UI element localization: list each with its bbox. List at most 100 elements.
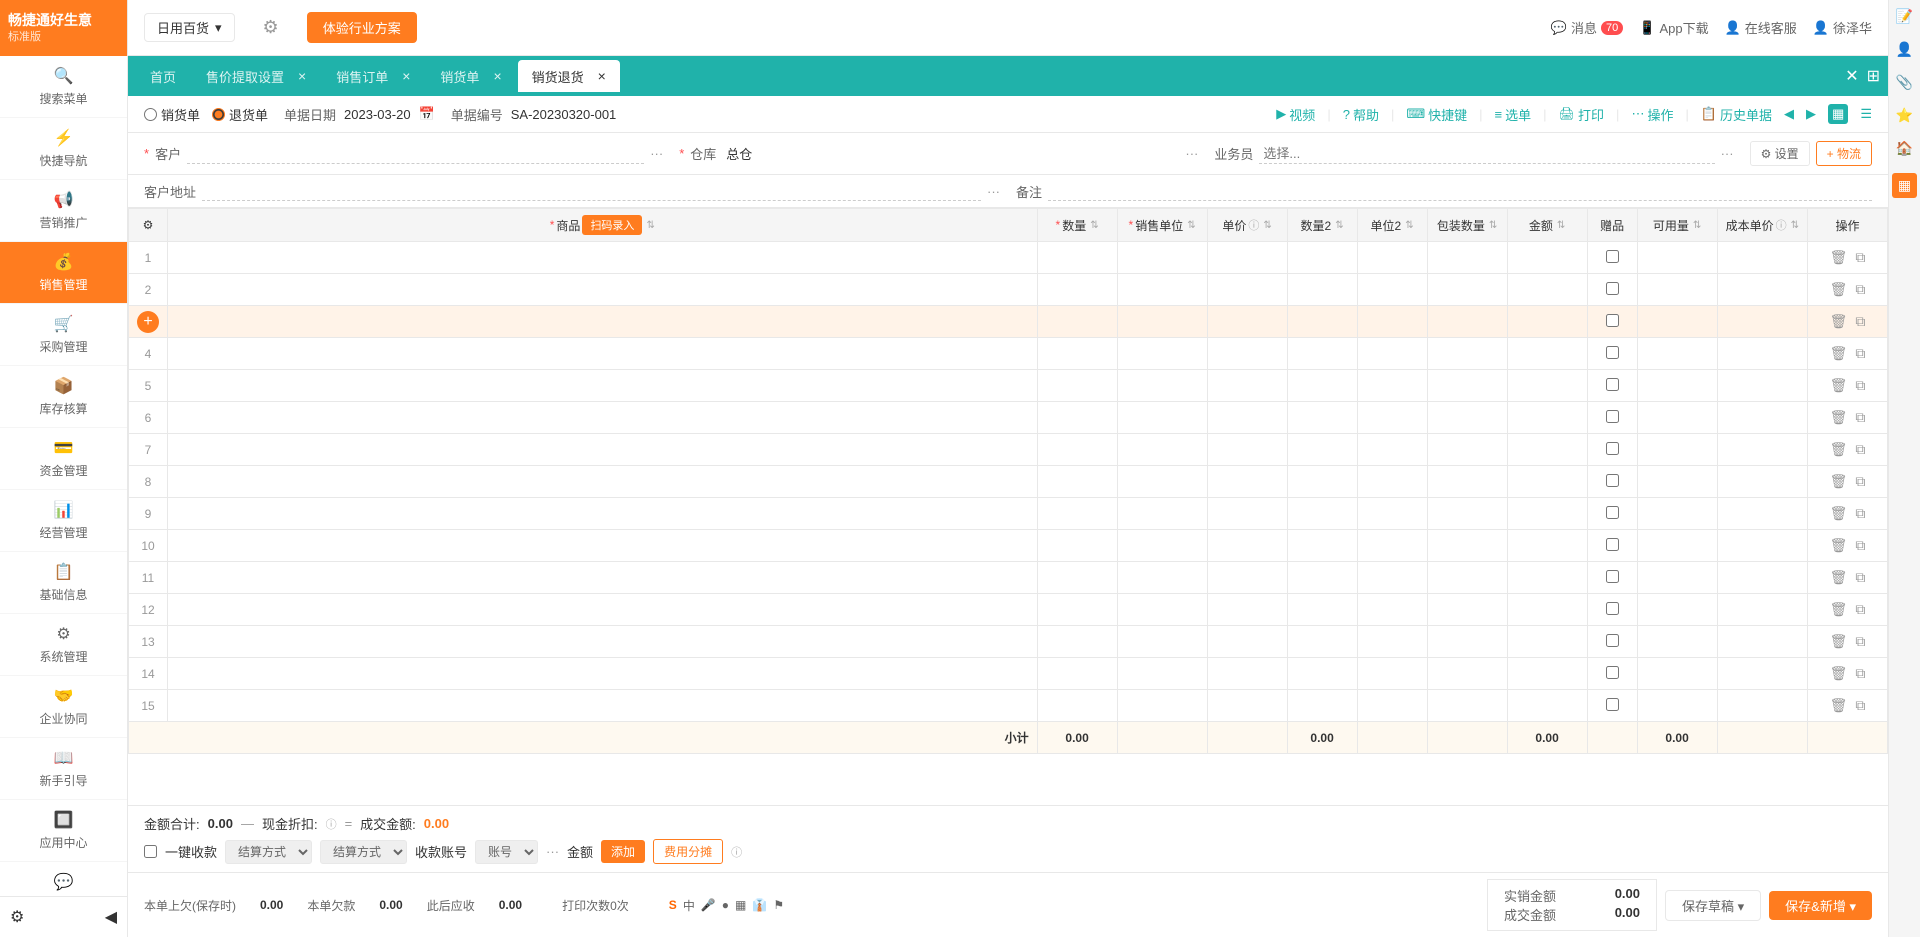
online-service-btn[interactable]: 👤 在线客服 xyxy=(1725,18,1797,37)
radio-return-invoice[interactable]: 退货单 xyxy=(212,105,268,124)
delete-row-icon[interactable]: 🗑 xyxy=(1830,633,1848,650)
radio-sale-invoice-input[interactable] xyxy=(144,108,157,121)
avail-sort-icon[interactable]: ⇅ xyxy=(1693,220,1701,231)
copy-row-icon[interactable]: ⧉ xyxy=(1855,601,1865,618)
right-panel-icon-1[interactable]: 📝 xyxy=(1896,8,1913,25)
gift-checkbox-6[interactable] xyxy=(1606,410,1619,423)
sidebar-item-finance[interactable]: 💳 资金管理 xyxy=(0,428,127,490)
expense-info-icon[interactable]: ⓘ xyxy=(731,844,742,860)
sidebar-item-guide[interactable]: 📖 新手引导 xyxy=(0,738,127,800)
tab-home[interactable]: 首页 xyxy=(136,60,190,92)
expense-split-btn[interactable]: 费用分摊 xyxy=(653,839,723,864)
right-panel-icon-4[interactable]: ⭐ xyxy=(1896,107,1913,124)
copy-row-2-icon[interactable]: ⧉ xyxy=(1855,281,1865,298)
tab-sales-order-close[interactable]: × xyxy=(402,68,410,84)
delete-row-icon[interactable]: 🗑 xyxy=(1830,697,1848,714)
copy-row-icon[interactable]: ⧉ xyxy=(1855,441,1865,458)
tab-sales-order[interactable]: 销售订单 × xyxy=(322,60,424,92)
sidebar-item-purchase[interactable]: 🛒 采购管理 xyxy=(0,304,127,366)
gift-checkbox-14[interactable] xyxy=(1606,666,1619,679)
warehouse-more-btn[interactable]: ··· xyxy=(1185,146,1198,161)
sidebar-item-marketing[interactable]: 📢 营销推广 xyxy=(0,180,127,242)
sidebar-item-basics[interactable]: 📋 基础信息 xyxy=(0,552,127,614)
sidebar-item-inventory[interactable]: 📦 库存核算 xyxy=(0,366,127,428)
experience-plan-btn[interactable]: 体验行业方案 xyxy=(307,12,417,43)
sidebar-item-app-center[interactable]: 🔲 应用中心 xyxy=(0,800,127,862)
delete-row-icon[interactable]: 🗑 xyxy=(1830,665,1848,682)
amount-sort-icon[interactable]: ⇅ xyxy=(1557,220,1565,231)
copy-row-icon[interactable]: ⧉ xyxy=(1855,345,1865,362)
tab-sales-return-close[interactable]: × xyxy=(598,68,606,84)
delete-row-icon[interactable]: 🗑 xyxy=(1830,345,1848,362)
delete-row-icon[interactable]: 🗑 xyxy=(1830,473,1848,490)
delete-row-icon[interactable]: 🗑 xyxy=(1830,505,1848,522)
add-row-btn-cell[interactable]: + xyxy=(129,306,168,338)
copy-row-1-icon[interactable]: ⧉ xyxy=(1855,249,1865,266)
copy-row-icon[interactable]: ⧉ xyxy=(1855,505,1865,522)
message-btn[interactable]: 💬 消息 70 xyxy=(1551,18,1623,37)
view-grid-btn[interactable]: ▦ xyxy=(1828,104,1848,124)
copy-row-icon[interactable]: ⧉ xyxy=(1855,537,1865,554)
gear-icon[interactable]: ⚙ xyxy=(143,218,154,232)
select-btn[interactable]: ≡ 选单 xyxy=(1495,105,1532,124)
sidebar-item-quick-nav[interactable]: ⚡ 快捷导航 xyxy=(0,118,127,180)
right-panel-active-icon[interactable]: ▦ xyxy=(1892,173,1917,198)
delete-row-icon[interactable]: 🗑 xyxy=(1830,441,1848,458)
tab-sales-invoice-close[interactable]: × xyxy=(493,68,501,84)
sidebar-item-operations[interactable]: 📊 经营管理 xyxy=(0,490,127,552)
sidebar-item-search[interactable]: 🔍 搜索菜单 xyxy=(0,56,127,118)
gift-checkbox-3[interactable] xyxy=(1606,314,1619,327)
barcode-scan-btn[interactable]: 扫码录入 xyxy=(582,215,642,235)
account-more-btn[interactable]: ··· xyxy=(546,844,559,859)
package-qty-cell-1[interactable] xyxy=(1427,242,1507,274)
address-more-btn[interactable]: ··· xyxy=(987,184,1000,199)
gift-cell-1[interactable] xyxy=(1587,242,1637,274)
delete-row-icon[interactable]: 🗑 xyxy=(1830,601,1848,618)
cost-sort-icon[interactable]: ⇅ xyxy=(1791,220,1799,231)
unit2-sort-icon[interactable]: ⇅ xyxy=(1405,220,1413,231)
app-download-btn[interactable]: 📱 App下载 xyxy=(1639,18,1708,37)
save-draft-btn[interactable]: 保存草稿 ▾ xyxy=(1665,890,1761,921)
copy-row-icon[interactable]: ⧉ xyxy=(1855,409,1865,426)
product-sort-icon[interactable]: ⇅ xyxy=(646,220,654,231)
maximize-tab-btn[interactable]: ⊞ xyxy=(1867,66,1880,86)
copy-row-3-icon[interactable]: ⧉ xyxy=(1855,313,1865,330)
copy-row-icon[interactable]: ⧉ xyxy=(1855,569,1865,586)
product-cell-1[interactable] xyxy=(168,242,1038,274)
copy-row-icon[interactable]: ⧉ xyxy=(1855,473,1865,490)
calc-method-select[interactable]: 结算方式 xyxy=(320,840,407,864)
amount-cell-1[interactable] xyxy=(1507,242,1587,274)
delete-row-icon[interactable]: 🗑 xyxy=(1830,537,1848,554)
delete-row-1-icon[interactable]: 🗑 xyxy=(1830,249,1848,266)
one-click-collection-checkbox[interactable] xyxy=(144,845,157,858)
right-panel-icon-5[interactable]: 🏠 xyxy=(1896,140,1913,157)
delete-row-icon[interactable]: 🗑 xyxy=(1830,409,1848,426)
add-logistics-btn[interactable]: + 物流 xyxy=(1816,141,1872,166)
daily-category-selector[interactable]: 日用百货 ▾ xyxy=(144,13,235,42)
gift-checkbox-1[interactable] xyxy=(1606,250,1619,263)
copy-row-icon[interactable]: ⧉ xyxy=(1855,697,1865,714)
settings-gear-btn[interactable]: ⚙ xyxy=(247,11,295,44)
history-btn[interactable]: 📋 历史单据 xyxy=(1701,105,1772,124)
gift-checkbox-7[interactable] xyxy=(1606,442,1619,455)
add-payment-btn[interactable]: 添加 xyxy=(601,840,645,863)
settings-icon[interactable]: ⚙ xyxy=(10,907,24,927)
price-sort-icon[interactable]: ⇅ xyxy=(1263,220,1271,231)
user-profile-btn[interactable]: 👤 徐泽华 xyxy=(1813,18,1872,37)
gift-checkbox-12[interactable] xyxy=(1606,602,1619,615)
quantity2-cell-1[interactable] xyxy=(1287,242,1357,274)
gift-checkbox-9[interactable] xyxy=(1606,506,1619,519)
delete-row-2-icon[interactable]: 🗑 xyxy=(1830,281,1848,298)
sidebar-item-enterprise[interactable]: 🤝 企业协同 xyxy=(0,676,127,738)
radio-return-invoice-input[interactable] xyxy=(212,108,225,121)
settlement-method-select[interactable]: 结算方式 xyxy=(225,840,312,864)
gift-checkbox-15[interactable] xyxy=(1606,698,1619,711)
operate-btn[interactable]: ⋯ 操作 xyxy=(1631,105,1673,124)
tab-price-settings[interactable]: 售价提取设置 × xyxy=(192,60,320,92)
video-help-btn[interactable]: ▶ 视频 xyxy=(1276,105,1315,124)
product-input-3[interactable] xyxy=(176,314,1029,329)
delete-row-icon[interactable]: 🗑 xyxy=(1830,377,1848,394)
collapse-icon[interactable]: ◀ xyxy=(105,907,117,927)
nav-next-btn[interactable]: ▶ xyxy=(1806,106,1816,122)
nav-prev-btn[interactable]: ◀ xyxy=(1784,106,1794,122)
